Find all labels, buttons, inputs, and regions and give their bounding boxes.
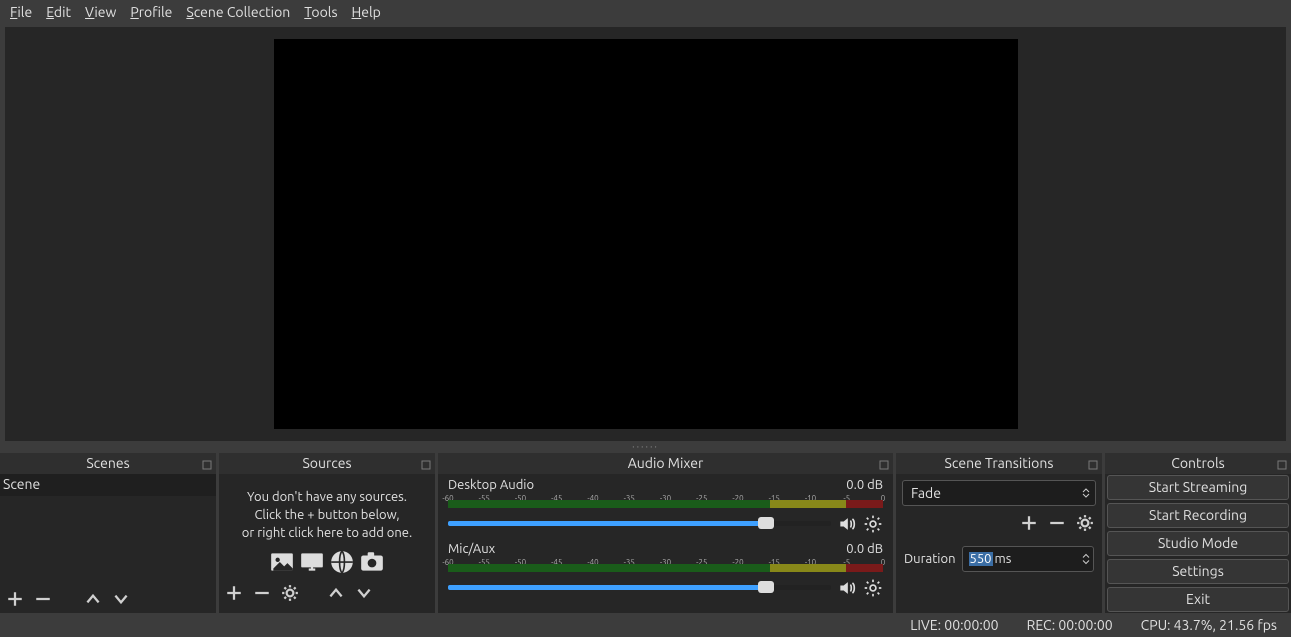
- dropdown-arrows-icon: [1081, 487, 1091, 499]
- channel-name: Mic/Aux: [448, 542, 495, 556]
- status-rec: REC: 00:00:00: [1027, 617, 1113, 633]
- transition-select[interactable]: Fade: [902, 480, 1096, 506]
- remove-transition-button[interactable]: [1048, 514, 1066, 532]
- menu-profile[interactable]: Profile: [130, 4, 172, 20]
- dock-splitter[interactable]: ······: [0, 441, 1291, 453]
- dock-scene-transitions: Scene Transitions Fade Duration 550: [896, 453, 1102, 613]
- hint-line: or right click here to add one.: [225, 524, 429, 542]
- image-source-icon: [269, 549, 295, 573]
- mixer-channel: Desktop Audio0.0 dB-60-55-50-45-40-35-30…: [448, 478, 883, 532]
- dock-title-scenes: Scenes: [0, 453, 216, 474]
- dock-title-label: Sources: [302, 455, 351, 471]
- start-streaming-button[interactable]: Start Streaming: [1107, 475, 1289, 500]
- volume-slider[interactable]: [448, 585, 831, 590]
- sources-empty-hint[interactable]: You don't have any sources. Click the + …: [219, 474, 435, 577]
- duration-value: 550: [969, 552, 993, 566]
- camera-source-icon: [359, 549, 385, 573]
- spin-arrows-icon[interactable]: [1081, 552, 1091, 566]
- gear-icon[interactable]: [863, 578, 883, 596]
- scene-list[interactable]: Scene: [0, 474, 216, 583]
- dock-title-controls: Controls: [1105, 453, 1291, 474]
- gear-icon[interactable]: [863, 514, 883, 532]
- exit-button[interactable]: Exit: [1107, 587, 1289, 612]
- dock-title-transitions: Scene Transitions: [896, 453, 1102, 474]
- dock-scenes: Scenes Scene: [0, 453, 216, 613]
- source-properties-button[interactable]: [281, 584, 299, 602]
- preview-canvas[interactable]: [274, 39, 1018, 429]
- transition-selected-label: Fade: [911, 485, 941, 501]
- start-recording-button[interactable]: Start Recording: [1107, 503, 1289, 528]
- add-scene-button[interactable]: [6, 590, 24, 608]
- status-live: LIVE: 00:00:00: [910, 617, 998, 633]
- audio-meter: [448, 564, 883, 574]
- popout-icon[interactable]: [1088, 457, 1098, 467]
- preview-area: [5, 27, 1286, 441]
- popout-icon[interactable]: [202, 457, 212, 467]
- hint-line: You don't have any sources.: [225, 488, 429, 506]
- dock-controls: Controls Start Streaming Start Recording…: [1105, 453, 1291, 613]
- duration-label: Duration: [904, 552, 956, 566]
- menu-edit[interactable]: Edit: [46, 4, 71, 20]
- dock-sources: Sources You don't have any sources. Clic…: [219, 453, 435, 613]
- menu-scene-collection[interactable]: Scene Collection: [186, 4, 290, 20]
- channel-name: Desktop Audio: [448, 478, 534, 492]
- dock-title-label: Controls: [1171, 455, 1224, 471]
- menu-file[interactable]: File: [10, 4, 32, 20]
- browser-source-icon: [329, 549, 355, 573]
- dock-title-sources: Sources: [219, 453, 435, 474]
- sources-toolbar: [219, 577, 435, 607]
- channel-db: 0.0 dB: [846, 542, 883, 556]
- speaker-icon[interactable]: [837, 578, 857, 596]
- move-scene-up-button[interactable]: [84, 590, 102, 608]
- volume-slider[interactable]: [448, 521, 831, 526]
- mixer-channel: Mic/Aux0.0 dB-60-55-50-45-40-35-30-25-20…: [448, 542, 883, 596]
- dock-title-label: Audio Mixer: [628, 455, 704, 471]
- dock-title-mixer: Audio Mixer: [438, 453, 893, 474]
- add-transition-button[interactable]: [1020, 514, 1038, 532]
- channel-db: 0.0 dB: [846, 478, 883, 492]
- settings-button[interactable]: Settings: [1107, 559, 1289, 584]
- display-source-icon: [299, 549, 325, 573]
- move-scene-down-button[interactable]: [112, 590, 130, 608]
- status-bar: LIVE: 00:00:00 REC: 00:00:00 CPU: 43.7%,…: [0, 613, 1291, 637]
- menu-tools[interactable]: Tools: [304, 4, 337, 20]
- popout-icon[interactable]: [1277, 457, 1287, 467]
- audio-meter: [448, 500, 883, 510]
- scenes-toolbar: [0, 583, 216, 613]
- slider-thumb[interactable]: [758, 581, 774, 593]
- popout-icon[interactable]: [879, 457, 889, 467]
- speaker-icon[interactable]: [837, 514, 857, 532]
- slider-thumb[interactable]: [758, 517, 774, 529]
- menu-help[interactable]: Help: [352, 4, 381, 20]
- duration-unit: ms: [995, 552, 1012, 566]
- transition-properties-button[interactable]: [1076, 514, 1094, 532]
- duration-spinbox[interactable]: 550 ms: [962, 546, 1095, 572]
- dock-title-label: Scene Transitions: [945, 455, 1054, 471]
- status-cpu: CPU: 43.7%, 21.56 fps: [1141, 617, 1277, 633]
- dock-title-label: Scenes: [86, 455, 129, 471]
- add-source-button[interactable]: [225, 584, 243, 602]
- scene-item[interactable]: Scene: [0, 474, 216, 496]
- dock-audio-mixer: Audio Mixer Desktop Audio0.0 dB-60-55-50…: [438, 453, 893, 613]
- studio-mode-button[interactable]: Studio Mode: [1107, 531, 1289, 556]
- move-source-up-button[interactable]: [327, 584, 345, 602]
- move-source-down-button[interactable]: [355, 584, 373, 602]
- menu-bar: File Edit View Profile Scene Collection …: [0, 0, 1291, 26]
- remove-source-button[interactable]: [253, 584, 271, 602]
- menu-view[interactable]: View: [85, 4, 116, 20]
- hint-line: Click the + button below,: [225, 506, 429, 524]
- popout-icon[interactable]: [421, 457, 431, 467]
- remove-scene-button[interactable]: [34, 590, 52, 608]
